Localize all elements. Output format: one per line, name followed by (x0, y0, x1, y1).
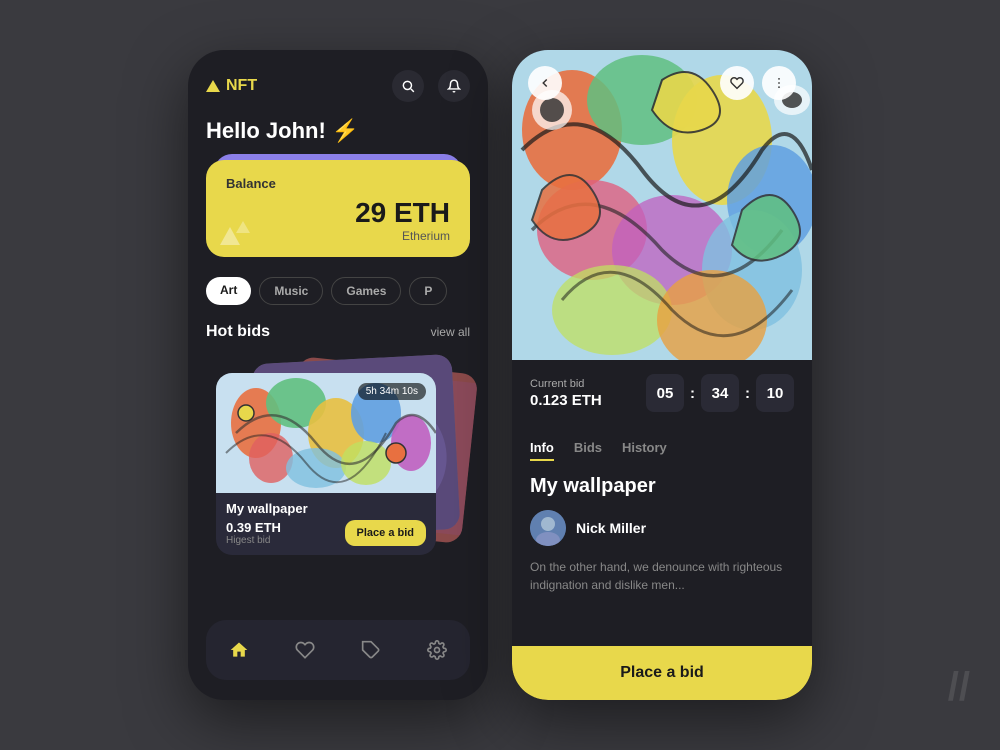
detail-tabs: Info Bids History (530, 440, 794, 461)
artist-row: Nick Miller (530, 510, 794, 546)
detail-top-actions (528, 66, 796, 100)
nav-home[interactable] (221, 632, 257, 668)
current-bid-block: Current bid 0.123 ETH (530, 378, 602, 409)
timer-sep-2: : (745, 385, 750, 402)
logo-text: NFT (226, 77, 257, 95)
place-bid-button-small[interactable]: Place a bid (345, 520, 426, 546)
background-decoration: // (948, 665, 970, 710)
timer-minutes: 34 (701, 374, 739, 412)
nft-card-front[interactable]: 5h 34m 10s My wallpaper 0.39 ETH Higest … (216, 373, 436, 555)
balance-currency: Etherium (226, 229, 450, 243)
detail-title: My wallpaper (530, 475, 794, 498)
balance-card: Balance 29 ETH Etherium (206, 160, 470, 257)
header-icons (392, 70, 470, 102)
nft-card-bid-row: 0.39 ETH Higest bid Place a bid (226, 520, 426, 546)
nft-cards-stack: 5h 34m 10s My wallpaper 0.39 ETH Higest … (206, 355, 470, 555)
card-decoration-2 (236, 221, 250, 233)
view-all-link[interactable]: view all (431, 325, 470, 339)
detail-content: Info Bids History My wallpaper Nick Mill… (512, 426, 812, 646)
nav-settings[interactable] (419, 632, 455, 668)
category-tab-games[interactable]: Games (331, 277, 401, 305)
nft-card-price-block: 0.39 ETH Higest bid (226, 520, 281, 546)
current-bid-label: Current bid (530, 378, 602, 390)
detail-top-right (720, 66, 796, 100)
place-bid-button-large[interactable]: Place a bid (512, 646, 812, 700)
detail-tab-bids[interactable]: Bids (574, 440, 602, 461)
hot-bids-title: Hot bids (206, 323, 270, 341)
nav-favorites[interactable] (287, 632, 323, 668)
notification-button[interactable] (438, 70, 470, 102)
nav-tag[interactable] (353, 632, 389, 668)
greeting-text: Hello John! (206, 118, 326, 143)
detail-tab-info[interactable]: Info (530, 440, 554, 461)
right-phone: Current bid 0.123 ETH 05 : 34 : 10 Info … (512, 50, 812, 700)
category-tab-music[interactable]: Music (259, 277, 323, 305)
left-phone: NFT Hello John! ⚡ (188, 50, 488, 700)
balance-card-stack: Balance 29 ETH Etherium (206, 160, 470, 257)
artist-name: Nick Miller (576, 520, 646, 536)
artist-avatar (530, 510, 566, 546)
back-button[interactable] (528, 66, 562, 100)
category-tab-art[interactable]: Art (206, 277, 251, 305)
nft-timer: 5h 34m 10s (358, 383, 426, 400)
balance-label: Balance (226, 176, 450, 191)
detail-description: On the other hand, we denounce with righ… (530, 558, 794, 594)
category-tabs: Art Music Games P (206, 277, 470, 305)
nft-detail-image (512, 50, 812, 360)
favorite-button[interactable] (720, 66, 754, 100)
more-options-button[interactable] (762, 66, 796, 100)
timer-seconds: 10 (756, 374, 794, 412)
detail-tab-history[interactable]: History (622, 440, 667, 461)
app-logo: NFT (206, 77, 257, 95)
timer-display: 05 : 34 : 10 (646, 374, 794, 412)
hot-bids-header: Hot bids view all (206, 323, 470, 341)
nft-card-title: My wallpaper (226, 501, 426, 516)
nft-card-highest-label: Higest bid (226, 535, 281, 546)
category-tab-more[interactable]: P (409, 277, 447, 305)
nft-card-price: 0.39 ETH (226, 520, 281, 535)
nft-card-image: 5h 34m 10s (216, 373, 436, 493)
nft-card-info: My wallpaper 0.39 ETH Higest bid Place a… (216, 493, 436, 554)
logo-triangle-icon (206, 80, 220, 92)
current-bid-value: 0.123 ETH (530, 392, 602, 409)
timer-sep-1: : (690, 385, 695, 402)
balance-amount: 29 ETH (226, 197, 450, 229)
lightning-emoji: ⚡ (332, 118, 359, 143)
timer-hours: 05 (646, 374, 684, 412)
search-button[interactable] (392, 70, 424, 102)
greeting: Hello John! ⚡ (206, 118, 470, 144)
bottom-nav (206, 620, 470, 680)
app-header: NFT (206, 70, 470, 102)
bid-overlay: Current bid 0.123 ETH 05 : 34 : 10 (512, 360, 812, 426)
